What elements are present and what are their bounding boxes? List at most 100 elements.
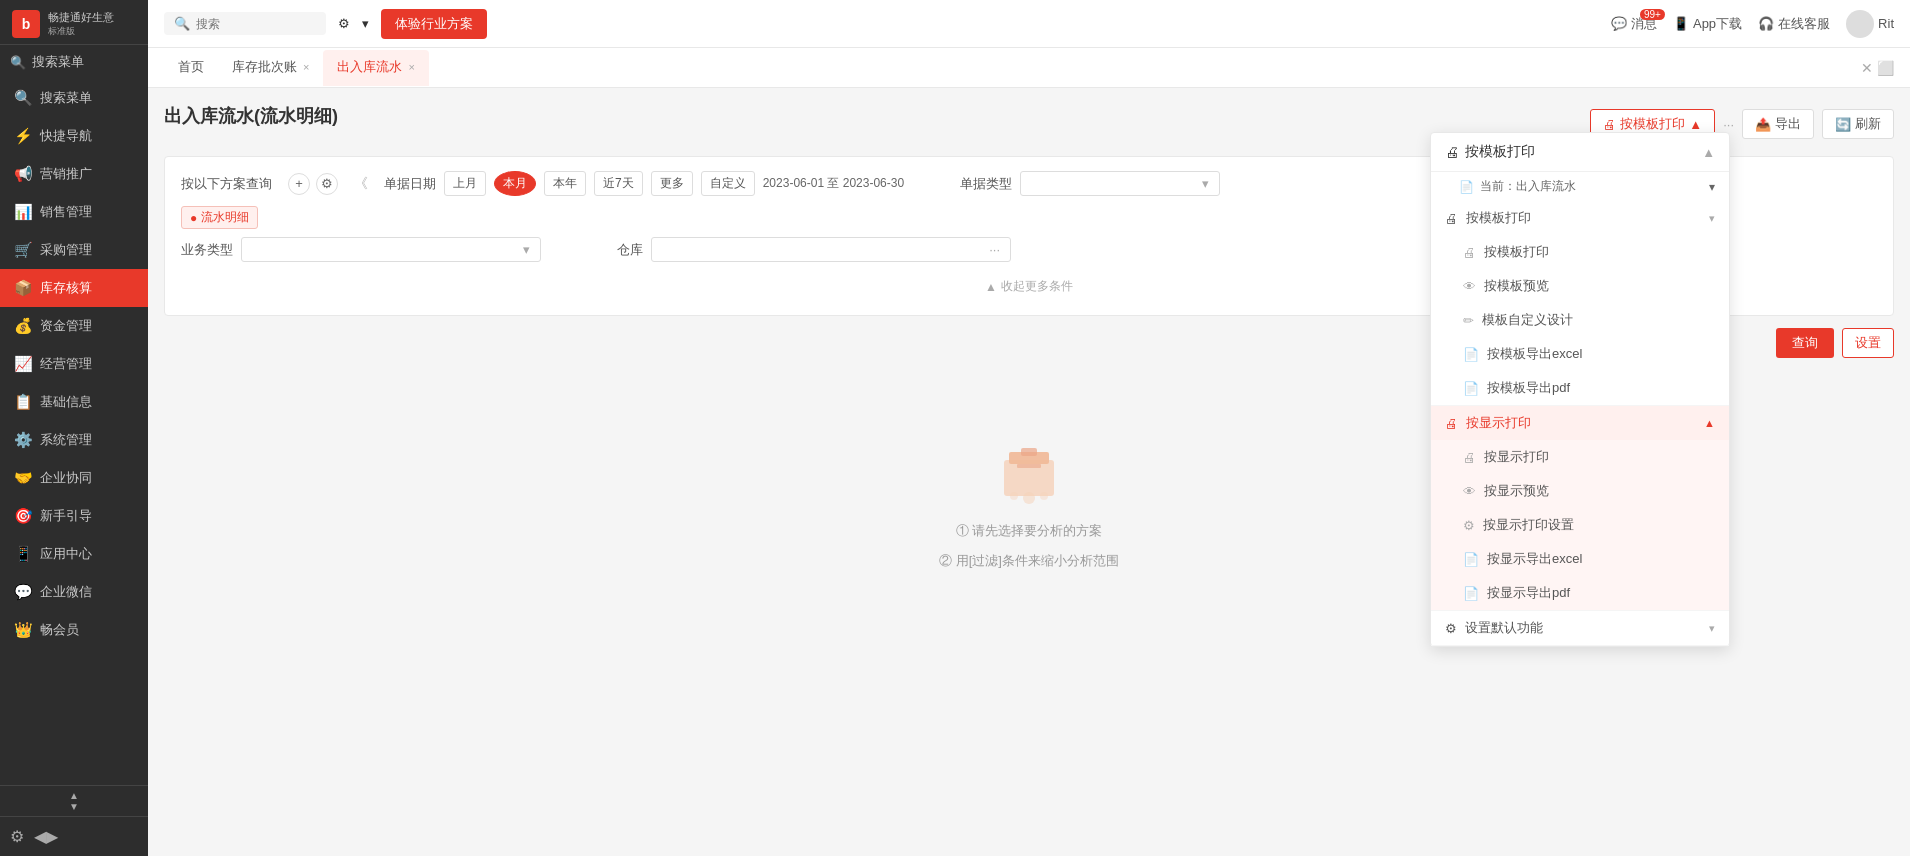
industry-solution-button[interactable]: 体验行业方案 xyxy=(381,9,487,39)
sidebar-item-cooperation[interactable]: 🤝企业协同 xyxy=(0,459,148,497)
member-nav-icon: 👑 xyxy=(14,621,32,639)
sidebar-item-shortcut[interactable]: ⚡ 快捷导航 xyxy=(0,117,148,155)
system-nav-icon: ⚙️ xyxy=(14,431,32,449)
date-more-btn[interactable]: 更多 xyxy=(651,171,693,196)
tab-close-icon[interactable]: × xyxy=(408,61,414,73)
tab-首页[interactable]: 首页 xyxy=(164,50,218,86)
logo-text: 畅捷通好生意 xyxy=(48,10,114,24)
sidebar-item-appcenter[interactable]: 📱 应用中心 xyxy=(0,535,148,573)
template-print-header[interactable]: 🖨 按模板打印 ▾ xyxy=(1431,201,1729,235)
tag-icon: ● xyxy=(190,211,197,225)
settings-bottom-icon[interactable]: ⚙ xyxy=(10,827,24,846)
sidebar-item-purchase[interactable]: 🛒采购管理 xyxy=(0,231,148,269)
tab-库存批次账[interactable]: 库存批次账× xyxy=(218,50,323,86)
customer-service-item[interactable]: 🎧 在线客服 xyxy=(1758,15,1830,33)
sidebar-item-basic[interactable]: 📋基础信息 xyxy=(0,383,148,421)
sidebar: b 畅捷通好生意 标准版 🔍 搜索菜单 🔍搜索菜单 ⚡ 快捷导航 📢营销推广📊销售管理… xyxy=(0,0,148,856)
export-button[interactable]: 📤 导出 xyxy=(1742,109,1814,139)
empty-illustration xyxy=(989,430,1069,510)
svg-rect-3 xyxy=(1017,464,1041,468)
collapse-sidebar-icon[interactable]: ◀▶ xyxy=(34,827,58,846)
header-settings-icon[interactable]: ⚙ xyxy=(338,16,350,31)
doc-type-select[interactable]: ▾ xyxy=(1020,171,1220,196)
header-search-input[interactable] xyxy=(196,17,316,31)
display-excel-icon: 📄 xyxy=(1463,552,1479,567)
date-this-year-btn[interactable]: 本年 xyxy=(544,171,586,196)
finance-nav-icon: 💰 xyxy=(14,317,32,335)
shortcut-nav-icon: ⚡ xyxy=(14,127,32,145)
sidebar-item-label-operation: 经营管理 xyxy=(40,355,92,373)
sidebar-item-operation[interactable]: 📈经营管理 xyxy=(0,345,148,383)
tabs-right-controls: ✕ ⬜ xyxy=(1861,60,1894,76)
warehouse-select[interactable]: ··· xyxy=(651,237,1011,262)
filter-settings-button[interactable]: ⚙ xyxy=(316,173,338,195)
refresh-button[interactable]: 🔄 刷新 xyxy=(1822,109,1894,139)
header-dropdown-icon[interactable]: ▾ xyxy=(362,16,369,31)
template-print-item[interactable]: 🖨 按模板打印 xyxy=(1431,235,1729,269)
template-design-item[interactable]: ✏ 模板自定义设计 xyxy=(1431,303,1729,337)
filter-collapse-icon[interactable]: 《 xyxy=(354,175,368,193)
sidebar-item-label-appcenter: 应用中心 xyxy=(40,545,92,563)
template-export-pdf-item[interactable]: 📄 按模板导出pdf xyxy=(1431,371,1729,405)
settings-button[interactable]: 设置 xyxy=(1842,328,1894,358)
sidebar-item-member[interactable]: 👑畅会员 xyxy=(0,611,148,649)
display-print-item[interactable]: 🖨 按显示打印 xyxy=(1431,440,1729,474)
tab-close-icon[interactable]: × xyxy=(303,61,309,73)
date-this-month-btn[interactable]: 本月 xyxy=(494,171,536,196)
toolbar-more-icon[interactable]: ··· xyxy=(1723,117,1734,132)
sidebar-item-sales[interactable]: 📊销售管理 xyxy=(0,193,148,231)
scroll-down-arrow[interactable]: ▼ xyxy=(69,801,79,812)
inventory-nav-icon: 📦 xyxy=(14,279,32,297)
sidebar-item-marketing[interactable]: 📢营销推广 xyxy=(0,155,148,193)
date-last-month-btn[interactable]: 上月 xyxy=(444,171,486,196)
app-download-item[interactable]: 📱 App下载 xyxy=(1673,15,1742,33)
sidebar-item-guide[interactable]: 🎯新手引导 xyxy=(0,497,148,535)
display-preview-item[interactable]: 👁 按显示预览 xyxy=(1431,474,1729,508)
query-button[interactable]: 查询 xyxy=(1776,328,1834,358)
basic-nav-icon: 📋 xyxy=(14,393,32,411)
display-print-header[interactable]: 🖨 按显示打印 ▲ xyxy=(1431,406,1729,440)
display-print-icon: 🖨 xyxy=(1445,416,1458,431)
biz-type-field: 业务类型 ▾ xyxy=(181,237,541,262)
notifications-item[interactable]: 💬 消息 99+ xyxy=(1611,15,1657,33)
date-last-7days-btn[interactable]: 近7天 xyxy=(594,171,643,196)
header-left: 🔍 ⚙ ▾ 体验行业方案 xyxy=(164,9,487,39)
tab-出入库流水[interactable]: 出入库流水× xyxy=(323,50,428,86)
maximize-tab-button[interactable]: ⬜ xyxy=(1877,60,1894,76)
filter-add-button[interactable]: + xyxy=(288,173,310,195)
sidebar-item-label-sales: 销售管理 xyxy=(40,203,92,221)
scroll-up-arrow[interactable]: ▲ xyxy=(69,790,79,801)
logo-badge: 标准版 xyxy=(48,25,114,38)
sidebar-item-label-shortcut: 快捷导航 xyxy=(40,127,92,145)
sidebar-item-label-cooperation: 企业协同 xyxy=(40,469,92,487)
sidebar-item-finance[interactable]: 💰资金管理 xyxy=(0,307,148,345)
sidebar-item-inventory[interactable]: 📦库存核算 xyxy=(0,269,148,307)
biz-type-select[interactable]: ▾ xyxy=(241,237,541,262)
display-print-settings-item[interactable]: ⚙ 按显示打印设置 xyxy=(1431,508,1729,542)
doc-type-label: 单据类型 xyxy=(960,175,1012,193)
appcenter-nav-icon: 📱 xyxy=(14,545,32,563)
logo-icon: b xyxy=(12,10,40,38)
display-print-section: 🖨 按显示打印 ▲ 🖨 按显示打印 👁 按显示预览 ⚙ xyxy=(1431,406,1729,611)
sidebar-item-weixin[interactable]: 💬企业微信 xyxy=(0,573,148,611)
filter-tag-label: 流水明细 xyxy=(201,209,249,226)
display-preview-icon: 👁 xyxy=(1463,484,1476,499)
sidebar-search[interactable]: 🔍 搜索菜单 xyxy=(0,45,148,79)
dropdown-collapse-arrow[interactable]: ▲ xyxy=(1702,145,1715,160)
sidebar-item-search[interactable]: 🔍搜索菜单 xyxy=(0,79,148,117)
template-export-excel-item[interactable]: 📄 按模板导出excel xyxy=(1431,337,1729,371)
header-search-box[interactable]: 🔍 xyxy=(164,12,326,35)
default-settings-chevron: ▾ xyxy=(1709,622,1715,635)
sidebar-item-system[interactable]: ⚙️系统管理 xyxy=(0,421,148,459)
close-tab-button[interactable]: ✕ xyxy=(1861,60,1873,76)
current-template-label: 当前：出入库流水 xyxy=(1480,178,1709,195)
date-custom-btn[interactable]: 自定义 xyxy=(701,171,755,196)
tab-label: 首页 xyxy=(178,58,204,76)
current-chevron[interactable]: ▾ xyxy=(1709,180,1715,194)
template-preview-item[interactable]: 👁 按模板预览 xyxy=(1431,269,1729,303)
default-settings-header[interactable]: ⚙ 设置默认功能 ▾ xyxy=(1431,611,1729,645)
user-area[interactable]: Rit xyxy=(1846,10,1894,38)
display-export-excel-item[interactable]: 📄 按显示导出excel xyxy=(1431,542,1729,576)
display-export-pdf-item[interactable]: 📄 按显示导出pdf xyxy=(1431,576,1729,610)
header-right: 💬 消息 99+ 📱 App下载 🎧 在线客服 Rit xyxy=(1611,10,1894,38)
